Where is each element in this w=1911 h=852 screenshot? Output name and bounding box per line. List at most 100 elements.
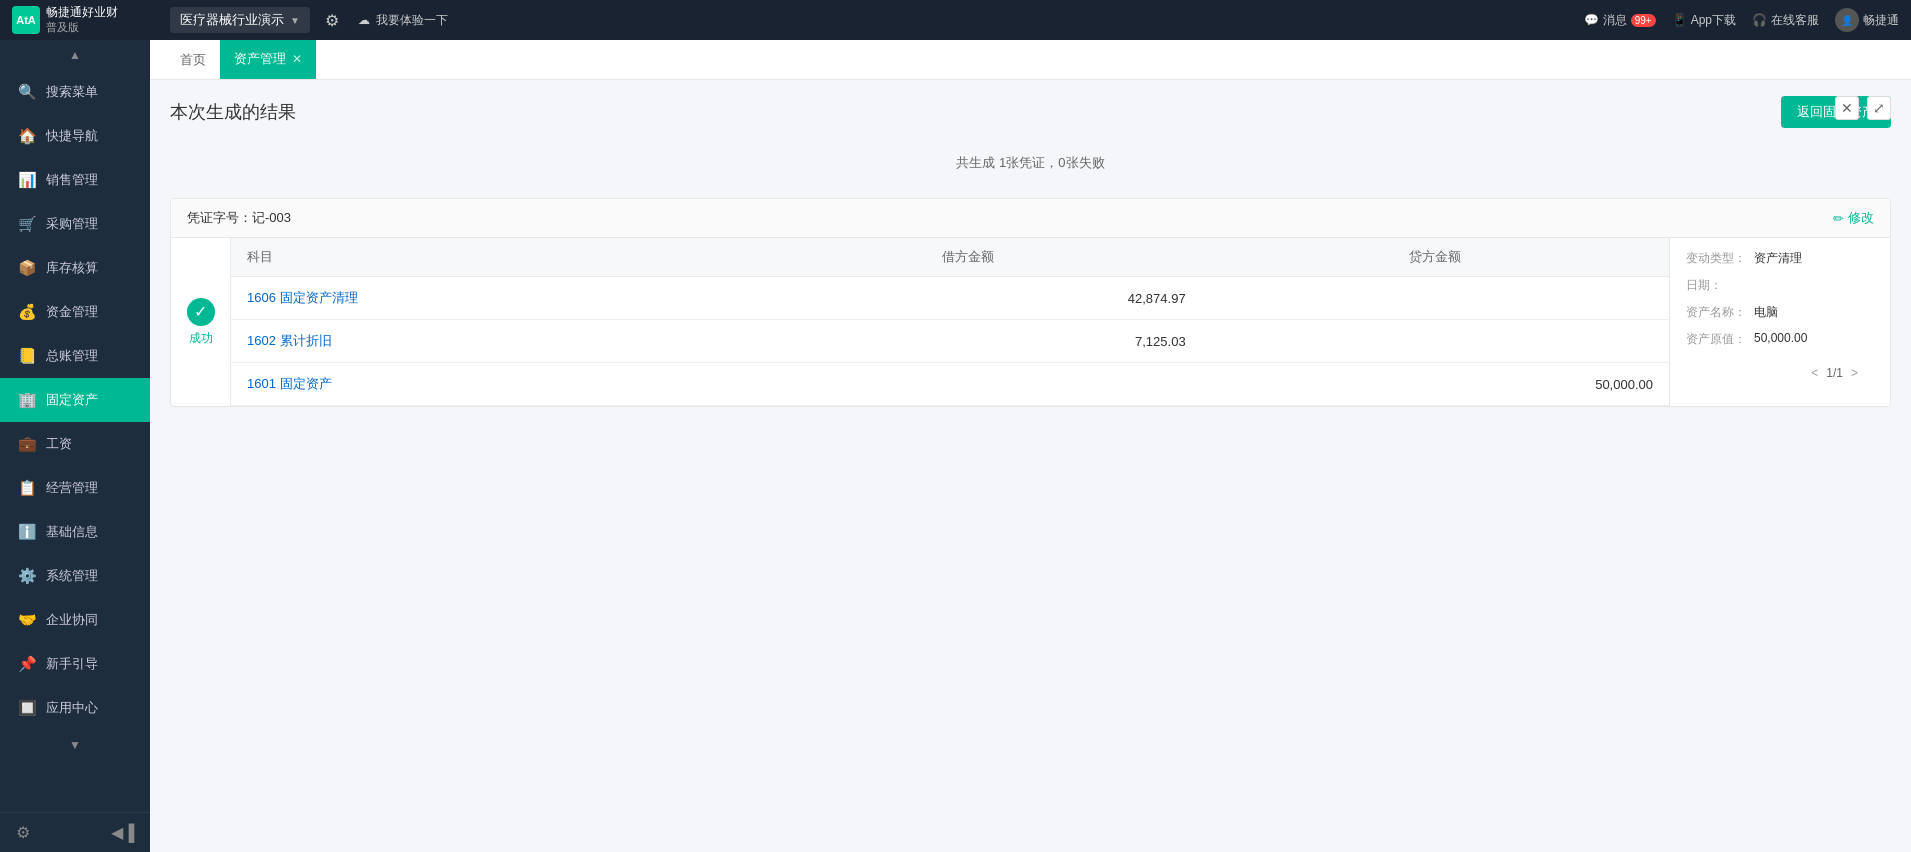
sidebar-item-search[interactable]: 🔍 搜索菜单	[0, 70, 150, 114]
summary-bar: 共生成 1张凭证，0张失败	[170, 144, 1891, 182]
username-label: 畅捷通	[1863, 12, 1899, 29]
row2-credit	[1202, 320, 1669, 363]
cloud-icon: ☁	[358, 13, 370, 27]
funds-icon: 💰	[18, 303, 36, 321]
messages-button[interactable]: 💬 消息 99+	[1584, 12, 1656, 29]
inventory-icon: 📦	[18, 259, 36, 277]
date-row: 日期：	[1686, 277, 1874, 294]
sidebar-label-guide: 新手引导	[46, 655, 98, 673]
sidebar-item-payroll[interactable]: 💼 工资	[0, 422, 150, 466]
avatar: 👤	[1835, 8, 1859, 32]
col-credit: 贷方金额	[1202, 238, 1669, 277]
purchase-icon: 🛒	[18, 215, 36, 233]
sidebar-item-basic-info[interactable]: ℹ️ 基础信息	[0, 510, 150, 554]
operations-icon: 📋	[18, 479, 36, 497]
expand-panel-button[interactable]: ⤢	[1867, 96, 1891, 120]
scroll-down-button[interactable]: ▼	[65, 734, 85, 756]
close-panel-button[interactable]: ✕	[1835, 96, 1859, 120]
sidebar-bottom: ⚙ ◀▐	[0, 812, 150, 852]
row2-subject: 1602 累计折旧	[231, 320, 734, 363]
edit-label: 修改	[1848, 209, 1874, 227]
prev-page-button[interactable]: <	[1811, 366, 1818, 380]
tab-home-label: 首页	[180, 51, 206, 69]
basic-info-icon: ℹ️	[18, 523, 36, 541]
row3-debit	[734, 363, 1201, 406]
fixed-assets-icon: 🏢	[18, 391, 36, 409]
tab-asset-management[interactable]: 资产管理 ✕	[220, 40, 316, 79]
payroll-icon: 💼	[18, 435, 36, 453]
sidebar-label-operations: 经营管理	[46, 479, 98, 497]
sidebar-item-system[interactable]: ⚙️ 系统管理	[0, 554, 150, 598]
tab-close-icon[interactable]: ✕	[292, 52, 302, 66]
user-menu[interactable]: 👤 畅捷通	[1835, 8, 1899, 32]
original-value-value: 50,000.00	[1754, 331, 1807, 348]
gear-button[interactable]: ⚙	[318, 6, 346, 34]
sidebar-item-cooperation[interactable]: 🤝 企业协同	[0, 598, 150, 642]
sidebar-item-fixed-assets[interactable]: 🏢 固定资产	[0, 378, 150, 422]
download-icon: 📱	[1672, 13, 1687, 27]
logo-icon: AtA	[12, 6, 40, 34]
app-download-button[interactable]: 📱 App下载	[1672, 12, 1736, 29]
app-center-icon: 🔲	[18, 699, 36, 717]
search-icon: 🔍	[18, 83, 36, 101]
guide-icon: 📌	[18, 655, 36, 673]
sidebar-item-inventory[interactable]: 📦 库存核算	[0, 246, 150, 290]
table-row: 1602 累计折旧 7,125.03	[231, 320, 1669, 363]
collapse-sidebar-icon[interactable]: ◀▐	[111, 823, 134, 842]
app-name: 畅捷通好业财	[46, 5, 118, 19]
sidebar-item-purchase[interactable]: 🛒 采购管理	[0, 202, 150, 246]
sidebar-item-ledger[interactable]: 📒 总账管理	[0, 334, 150, 378]
experience-button[interactable]: ☁ 我要体验一下	[358, 12, 448, 29]
row2-debit: 7,125.03	[734, 320, 1201, 363]
sidebar-item-funds[interactable]: 💰 资金管理	[0, 290, 150, 334]
chevron-down-icon: ▼	[290, 15, 300, 26]
home-icon: 🏠	[18, 127, 36, 145]
tab-home[interactable]: 首页	[166, 40, 220, 79]
top-header: AtA 畅捷通好业财 普及版 医疗器械行业演示 ▼ ⚙ ☁ 我要体验一下 💬 消…	[0, 0, 1911, 40]
change-type-row: 变动类型： 资产清理	[1686, 250, 1874, 267]
sales-icon: 📊	[18, 171, 36, 189]
ledger-icon: 📒	[18, 347, 36, 365]
sidebar-label-fixed-assets: 固定资产	[46, 391, 98, 409]
date-label: 日期：	[1686, 277, 1722, 294]
settings-icon[interactable]: ⚙	[16, 823, 30, 842]
app-download-label: App下载	[1691, 12, 1736, 29]
row1-subject: 1606 固定资产清理	[231, 277, 734, 320]
page-content: 本次生成的结果 返回固定资产 共生成 1张凭证，0张失败 凭证字号：记-003 …	[150, 80, 1911, 852]
table-row: 1606 固定资产清理 42,874.97	[231, 277, 1669, 320]
sidebar-item-sales[interactable]: 📊 销售管理	[0, 158, 150, 202]
logo-text: AtA	[16, 14, 36, 26]
online-service-button[interactable]: 🎧 在线客服	[1752, 12, 1819, 29]
next-page-button[interactable]: >	[1851, 366, 1858, 380]
cooperation-icon: 🤝	[18, 611, 36, 629]
sidebar-label-purchase: 采购管理	[46, 215, 98, 233]
voucher-number: 凭证字号：记-003	[187, 209, 291, 227]
sidebar-item-operations[interactable]: 📋 经营管理	[0, 466, 150, 510]
service-icon: 🎧	[1752, 13, 1767, 27]
asset-name-label: 资产名称：	[1686, 304, 1746, 321]
sidebar-label-app-center: 应用中心	[46, 699, 98, 717]
sidebar-item-quicknav[interactable]: 🏠 快捷导航	[0, 114, 150, 158]
row3-credit: 50,000.00	[1202, 363, 1669, 406]
change-type-label: 变动类型：	[1686, 250, 1746, 267]
edit-button[interactable]: ✏ 修改	[1833, 209, 1874, 227]
tab-bar: 首页 资产管理 ✕	[150, 40, 1911, 80]
workspace-label: 医疗器械行业演示	[180, 11, 284, 29]
sidebar-label-payroll: 工资	[46, 435, 72, 453]
workspace-selector[interactable]: 医疗器械行业演示 ▼	[170, 7, 310, 33]
scroll-up-button[interactable]: ▲	[65, 44, 85, 66]
voucher-table-section: ✓ 成功 科目 借方金额 贷方金额	[171, 238, 1670, 406]
col-debit: 借方金额	[734, 238, 1201, 277]
sidebar-label-search: 搜索菜单	[46, 83, 98, 101]
sidebar-label-cooperation: 企业协同	[46, 611, 98, 629]
sidebar: ▲ 🔍 搜索菜单 🏠 快捷导航 📊 销售管理 🛒 采购管理 📦 库存核算 💰 资…	[0, 40, 150, 852]
page-title: 本次生成的结果	[170, 100, 296, 124]
system-icon: ⚙️	[18, 567, 36, 585]
row1-credit	[1202, 277, 1669, 320]
row1-debit: 42,874.97	[734, 277, 1201, 320]
sidebar-label-inventory: 库存核算	[46, 259, 98, 277]
sidebar-item-app-center[interactable]: 🔲 应用中心	[0, 686, 150, 730]
success-label: 成功	[189, 330, 213, 347]
panel-controls: ✕ ⤢	[1835, 96, 1891, 120]
sidebar-item-guide[interactable]: 📌 新手引导	[0, 642, 150, 686]
